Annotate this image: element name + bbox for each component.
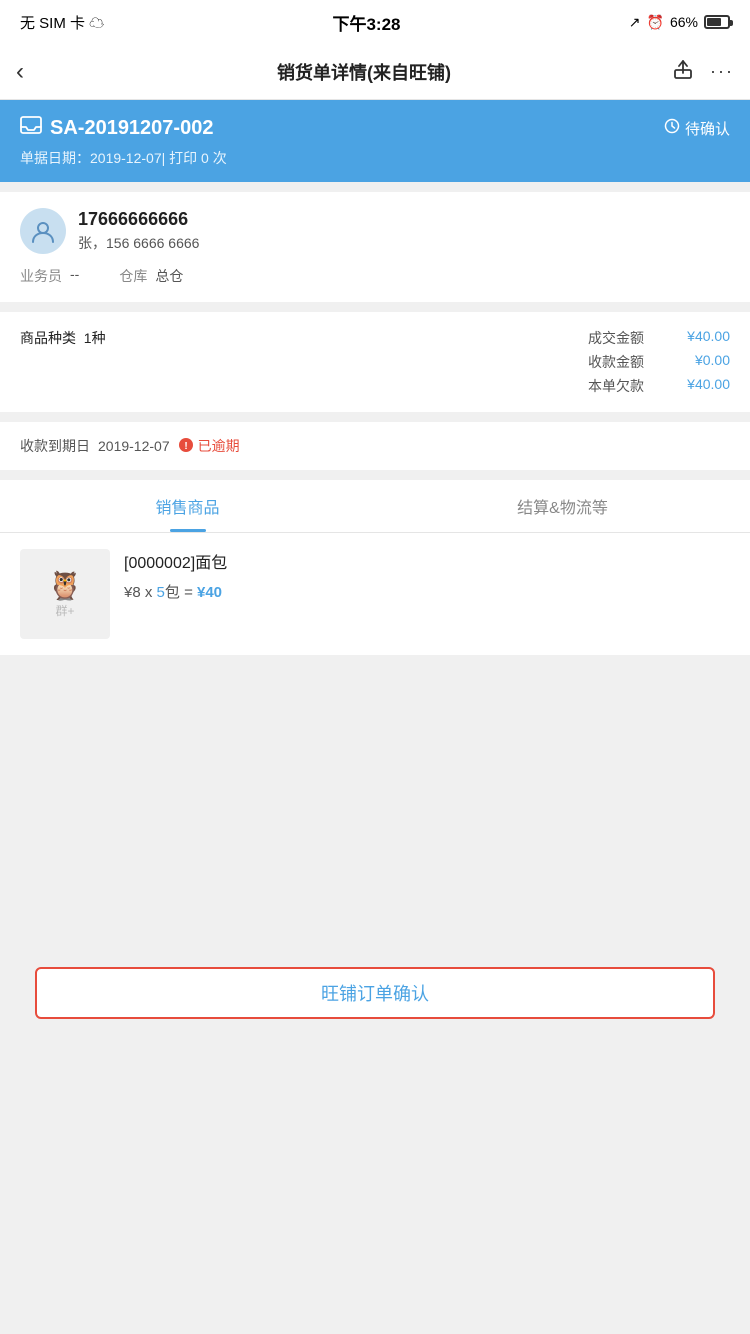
page-title: 销货单详情(来自旺铺) <box>56 59 672 85</box>
battery-icon <box>704 15 730 29</box>
amount-row-owed: 本单欠款 ¥40.00 <box>588 376 730 396</box>
warehouse-label: 仓库 <box>119 266 147 286</box>
customer-section: 17666666666 张，156 6666 6666 业务员 -- 仓库 总仓 <box>0 192 750 302</box>
order-header: SA-20191207-002 待确认 单据日期：2019-12-07| 打印 … <box>0 100 750 182</box>
order-status: 待确认 <box>664 118 730 139</box>
product-price: ¥8 x 5包 = ¥40 <box>124 581 730 602</box>
sales-label: 业务员 <box>20 266 62 286</box>
product-thumbnail: 🦉 群+ <box>20 549 110 639</box>
wangpu-confirm-button[interactable]: 旺铺订单确认 <box>35 967 715 1019</box>
product-kinds-label: 商品种类 <box>20 330 76 346</box>
amount-row-deal: 成交金额 ¥40.00 <box>588 328 730 348</box>
tabs-section: 销售商品 结算&物流等 🦉 群+ [0000002]面包 ¥8 x 5包 = ¥… <box>0 480 750 655</box>
more-button[interactable]: ··· <box>710 61 734 82</box>
status-bar: 无 SIM 卡 ☁ 下午3:28 ↗ ⏰ 66% <box>0 0 750 44</box>
order-inbox-icon <box>20 116 42 140</box>
status-right: ↗ ⏰ 66% <box>629 14 730 31</box>
customer-phone: 17666666666 <box>78 209 199 230</box>
tab-settlement-logistics[interactable]: 结算&物流等 <box>375 480 750 532</box>
equals-icon: = <box>184 584 197 601</box>
product-kinds: 商品种类 1种 <box>20 328 106 348</box>
amounts-right: 成交金额 ¥40.00 收款金额 ¥0.00 本单欠款 ¥40.00 <box>588 328 730 396</box>
tab-sales-products[interactable]: 销售商品 <box>0 480 375 532</box>
product-name: [0000002]面包 <box>124 549 730 573</box>
sales-value: -- <box>70 266 79 286</box>
no-sim-text: 无 SIM 卡 ☁ <box>20 12 104 33</box>
tabs-row: 销售商品 结算&物流等 <box>0 480 750 533</box>
signal-icon: ↗ <box>629 14 641 31</box>
status-left: 无 SIM 卡 ☁ <box>20 12 104 33</box>
nav-actions: ··· <box>672 58 734 86</box>
order-date: 单据日期：2019-12-07| 打印 0 次 <box>20 148 730 168</box>
product-qty: 5 <box>157 584 165 601</box>
status-clock-icon <box>664 118 680 138</box>
customer-meta: 业务员 -- 仓库 总仓 <box>20 266 730 286</box>
share-button[interactable] <box>672 58 694 86</box>
warning-icon: ! <box>178 437 194 456</box>
battery-percent: 66% <box>670 14 698 30</box>
empty-content-area <box>0 655 750 955</box>
overdue-text: 已逾期 <box>198 436 240 456</box>
svg-text:!: ! <box>184 441 187 452</box>
due-section: 收款到期日 2019-12-07 ! 已逾期 <box>0 422 750 470</box>
owl-logo-icon: 🦉 <box>48 569 83 602</box>
overdue-badge: ! 已逾期 <box>178 436 240 456</box>
amount-row-received: 收款金额 ¥0.00 <box>588 352 730 372</box>
status-time: 下午3:28 <box>332 10 400 35</box>
due-date-label: 收款到期日 <box>20 436 90 456</box>
amounts-section: 商品种类 1种 成交金额 ¥40.00 收款金额 ¥0.00 本单欠款 ¥40.… <box>0 312 750 412</box>
product-total: ¥40 <box>197 584 222 601</box>
avatar <box>20 208 66 254</box>
nav-bar: ‹ 销货单详情(来自旺铺) ··· <box>0 44 750 100</box>
bottom-bar: 旺铺订单确认 <box>0 955 750 1039</box>
product-info: [0000002]面包 ¥8 x 5包 = ¥40 <box>124 549 730 639</box>
owl-plus-text: 群+ <box>55 604 74 618</box>
order-id: SA-20191207-002 <box>20 116 213 140</box>
back-button[interactable]: ‹ <box>16 58 56 86</box>
warehouse-value: 总仓 <box>155 266 183 286</box>
due-date-value: 2019-12-07 <box>98 438 170 454</box>
clock-status-icon: ⏰ <box>647 14 664 31</box>
product-kinds-value: 1种 <box>84 330 106 346</box>
multiply-icon: x <box>145 584 157 601</box>
customer-name: 张，156 6666 6666 <box>78 233 199 253</box>
product-item: 🦉 群+ [0000002]面包 ¥8 x 5包 = ¥40 <box>0 533 750 655</box>
